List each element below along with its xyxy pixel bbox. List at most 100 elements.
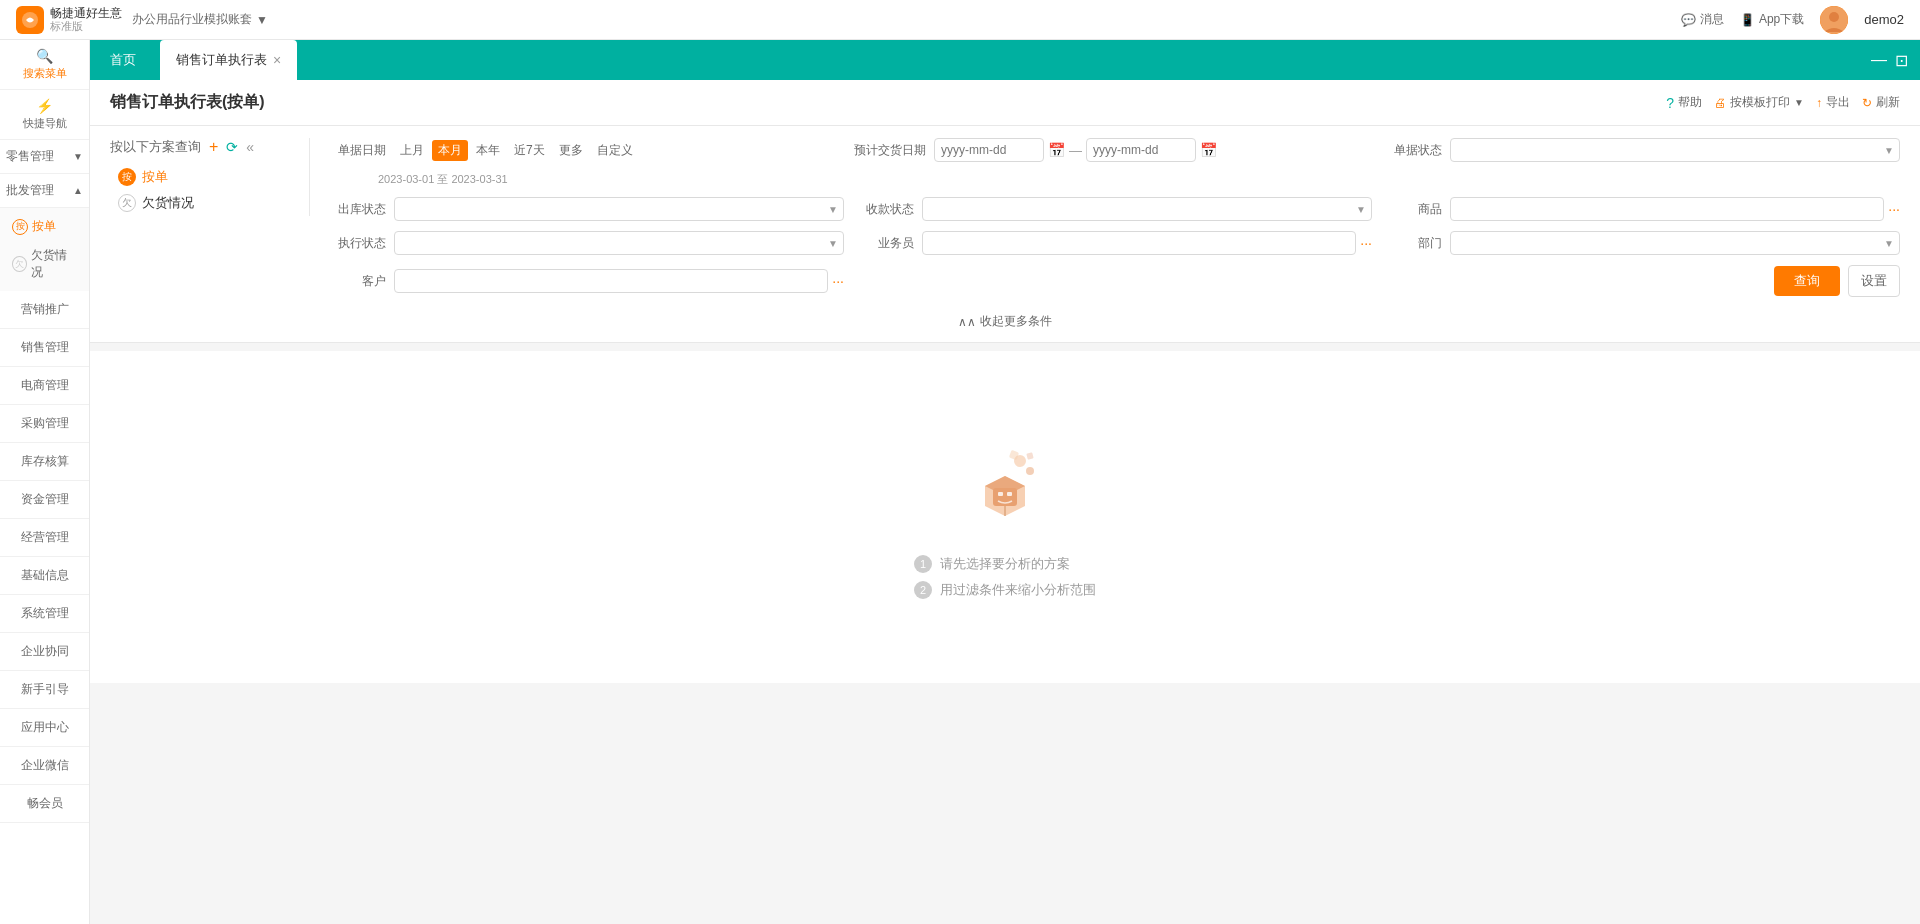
message-icon: 💬 (1681, 13, 1696, 27)
print-icon: 🖨 (1714, 96, 1726, 110)
expected-date-to-calendar-icon[interactable]: 📅 (1200, 142, 1217, 158)
delivery-status-select[interactable] (394, 197, 844, 221)
print-chevron-icon: ▼ (1794, 97, 1804, 108)
sidebar-item-member[interactable]: 畅会员 (0, 785, 89, 823)
filter-department-item: 部门 ▼ (1382, 231, 1900, 255)
filter-exec-status-item: 执行状态 ▼ (326, 231, 844, 255)
product-input[interactable] (1450, 197, 1884, 221)
help-button[interactable]: ? 帮助 (1666, 94, 1702, 111)
sidebar-search[interactable]: 🔍 搜索菜单 (0, 40, 89, 90)
date-tab-last-month[interactable]: 上月 (394, 140, 430, 161)
user-name[interactable]: demo2 (1864, 12, 1904, 27)
quick-nav-icon: ⚡ (6, 98, 83, 114)
sidebar-sub-item-欠货情况[interactable]: 欠 欠货情况 (0, 241, 89, 287)
svg-point-7 (1026, 467, 1034, 475)
date-tab-more[interactable]: 更多 (553, 140, 589, 161)
exec-status-label: 执行状态 (326, 235, 386, 252)
payment-status-select-wrap: ▼ (922, 197, 1372, 221)
app-download-action[interactable]: 📱 App下载 (1740, 11, 1804, 28)
app-container: 畅捷通好生意 标准版 办公用品行业模拟账套 ▼ 💬 消息 📱 App下载 (0, 0, 1920, 924)
customer-more-icon[interactable]: ··· (832, 273, 844, 289)
scheme-item-欠货情况[interactable]: 欠 欠货情况 (110, 190, 293, 216)
sidebar-sub-item-按单[interactable]: 按 按单 (0, 212, 89, 241)
wholesale-submenu: 按 按单 欠 欠货情况 (0, 208, 89, 291)
sidebar-item-enterprise[interactable]: 企业协同 (0, 633, 89, 671)
scheme-collapse-icon[interactable]: « (246, 139, 254, 155)
date-tab-this-year[interactable]: 本年 (470, 140, 506, 161)
date-tab-this-month[interactable]: 本月 (432, 140, 468, 161)
tab-maximize-icon[interactable]: ⊡ (1895, 51, 1908, 70)
tab-close-icon[interactable]: × (273, 52, 281, 68)
wholesale-chevron-icon: ▲ (73, 185, 83, 196)
sidebar-item-marketing[interactable]: 营销推广 (0, 291, 89, 329)
filter-customer-item: 客户 ··· (326, 265, 844, 297)
search-icon: 🔍 (6, 48, 83, 64)
sidebar-item-finance[interactable]: 资金管理 (0, 481, 89, 519)
tab-home[interactable]: 首页 (90, 40, 156, 80)
filter-expected-date-item: 预计交货日期 📅 — 📅 (854, 138, 1372, 162)
delivery-status-select-wrap: ▼ (394, 197, 844, 221)
department-label: 部门 (1382, 235, 1442, 252)
settings-button[interactable]: 设置 (1848, 265, 1900, 297)
salesperson-label: 业务员 (854, 235, 914, 252)
print-button[interactable]: 🖨 按模板打印 ▼ (1714, 94, 1804, 111)
collapse-button[interactable]: ∧∧ 收起更多条件 (958, 313, 1052, 330)
retail-chevron-icon: ▼ (73, 151, 83, 162)
customer-label: 客户 (326, 273, 386, 290)
date-tab-custom[interactable]: 自定义 (591, 140, 639, 161)
scheme-add-icon[interactable]: + (209, 138, 218, 156)
search-button[interactable]: 查询 (1774, 266, 1840, 296)
expected-date-from-calendar-icon[interactable]: 📅 (1048, 142, 1065, 158)
department-select[interactable] (1450, 231, 1900, 255)
user-avatar (1820, 6, 1848, 34)
customer-control: ··· (394, 269, 844, 293)
filter-order-status-item: 单据状态 ▼ (1382, 138, 1900, 162)
expected-date-label: 预计交货日期 (854, 142, 926, 159)
payment-status-label: 收款状态 (854, 201, 914, 218)
sidebar-item-sales[interactable]: 销售管理 (0, 329, 89, 367)
sidebar-item-ecommerce[interactable]: 电商管理 (0, 367, 89, 405)
sidebar-item-inventory[interactable]: 库存核算 (0, 443, 89, 481)
sidebar-item-newbie[interactable]: 新手引导 (0, 671, 89, 709)
exec-status-select[interactable] (394, 231, 844, 255)
filter-right: 单据日期 上月 本月 本年 近7天 更多 自定义 (310, 138, 1900, 305)
product-more-icon[interactable]: ··· (1888, 201, 1900, 217)
date-tabs: 上月 本月 本年 近7天 更多 自定义 (394, 140, 639, 161)
sidebar-item-system[interactable]: 系统管理 (0, 595, 89, 633)
tab-sales-order[interactable]: 销售订单执行表 × (160, 40, 297, 80)
sidebar-item-wholesale[interactable]: 批发管理 ▲ (0, 174, 89, 208)
customer-input[interactable] (394, 269, 828, 293)
breadcrumb-selector[interactable]: 办公用品行业模拟账套 ▼ (132, 11, 268, 28)
sidebar-item-basic[interactable]: 基础信息 (0, 557, 89, 595)
svg-rect-11 (998, 492, 1003, 496)
svg-rect-9 (1026, 452, 1033, 459)
sidebar-item-appstore[interactable]: 应用中心 (0, 709, 89, 747)
sidebar-quick-nav[interactable]: ⚡ 快捷导航 (0, 90, 89, 140)
order-status-select-wrap: ▼ (1450, 138, 1900, 162)
salesperson-more-icon[interactable]: ··· (1360, 235, 1372, 251)
refresh-button[interactable]: ↻ 刷新 (1862, 94, 1900, 111)
logo-icon (16, 6, 44, 34)
top-bar-left: 畅捷通好生意 标准版 办公用品行业模拟账套 ▼ (16, 6, 268, 34)
payment-status-select[interactable] (922, 197, 1372, 221)
date-control: 上月 本月 本年 近7天 更多 自定义 (394, 140, 844, 161)
filter-product-item: 商品 ··· (1382, 197, 1900, 221)
salesperson-input[interactable] (922, 231, 1356, 255)
collapse-icon: ∧∧ (958, 315, 976, 329)
order-status-select[interactable] (1450, 138, 1900, 162)
sidebar-item-wechat[interactable]: 企业微信 (0, 747, 89, 785)
expected-date-to-input[interactable] (1086, 138, 1196, 162)
export-button[interactable]: ↑ 导出 (1816, 94, 1850, 111)
refresh-icon: ↻ (1862, 96, 1872, 110)
scheme-item-按单[interactable]: 按 按单 (110, 164, 293, 190)
message-action[interactable]: 💬 消息 (1681, 11, 1724, 28)
scheme-refresh-icon[interactable]: ⟳ (226, 139, 238, 155)
sidebar-item-operation[interactable]: 经营管理 (0, 519, 89, 557)
expected-date-from-input[interactable] (934, 138, 1044, 162)
date-tab-7days[interactable]: 近7天 (508, 140, 551, 161)
tab-minimize-icon[interactable]: — (1871, 51, 1887, 69)
sidebar-item-retail[interactable]: 零售管理 ▼ (0, 140, 89, 174)
empty-step-1: 1 请先选择要分析的方案 (914, 551, 1096, 577)
content-area: 首页 销售订单执行表 × — ⊡ 销售订单执行表(按单) (90, 40, 1920, 924)
sidebar-item-purchase[interactable]: 采购管理 (0, 405, 89, 443)
